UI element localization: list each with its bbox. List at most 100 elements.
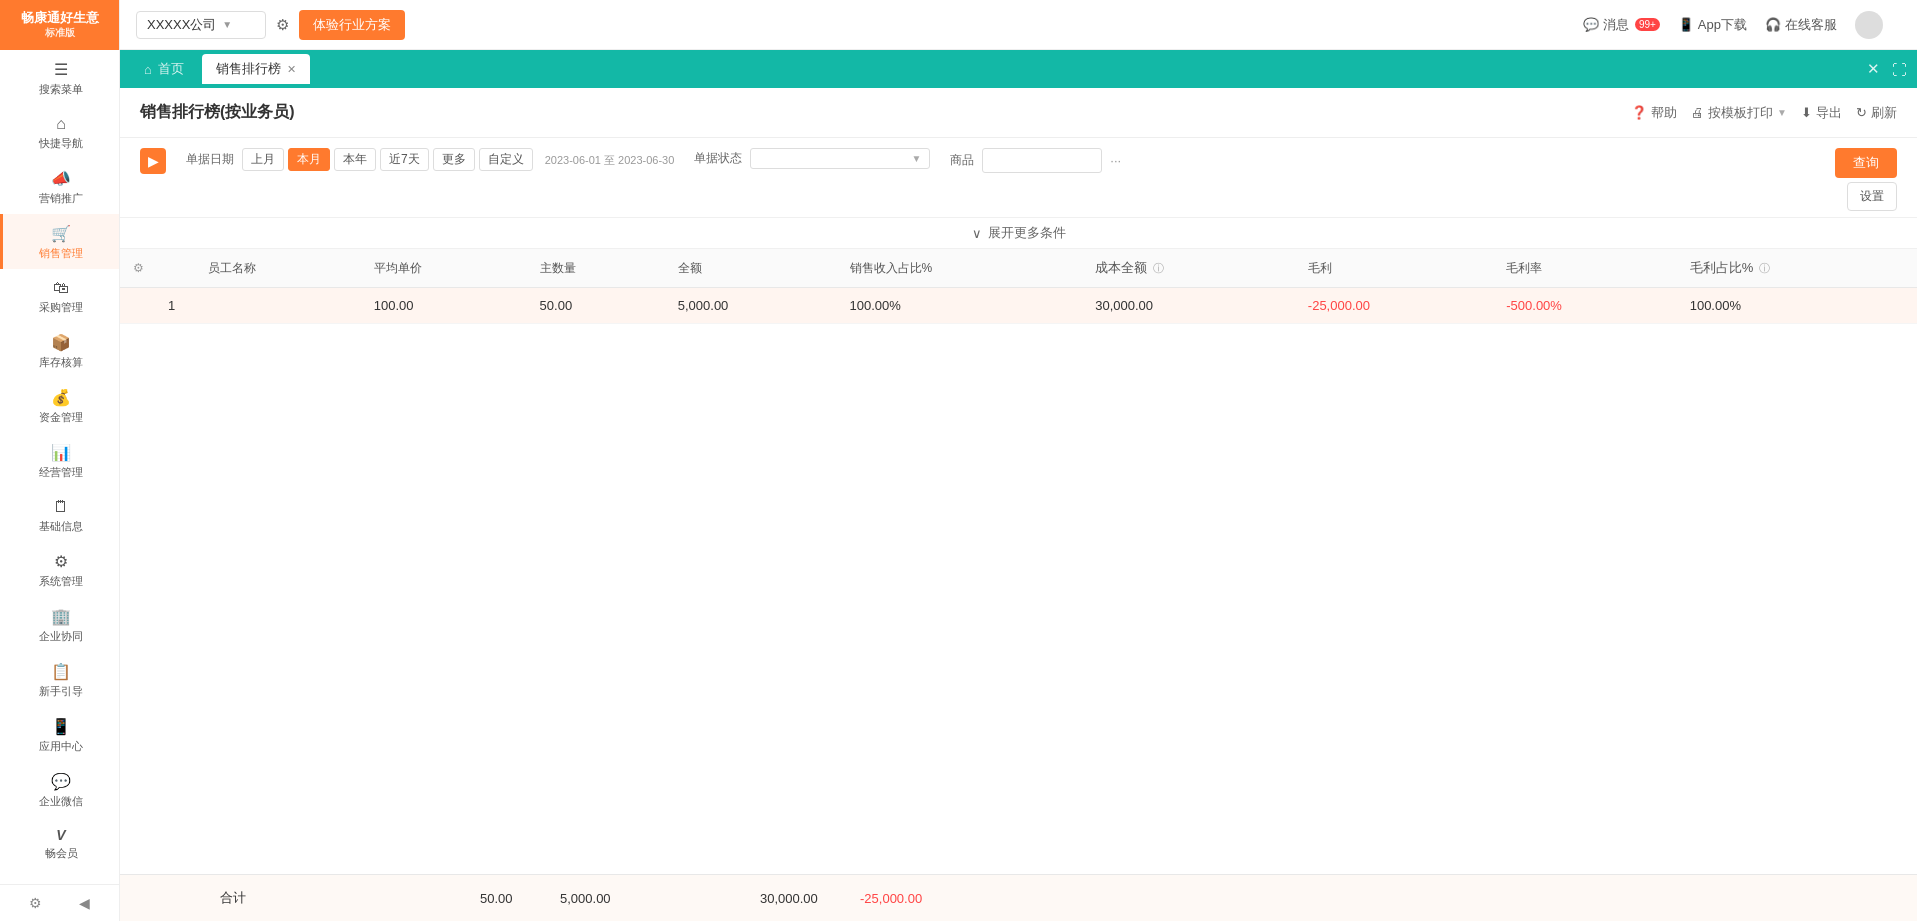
row-rank: 1 — [156, 288, 196, 324]
row-sales-pct: 100.00% — [838, 288, 1084, 324]
prev-month-btn[interactable]: 上月 — [242, 148, 284, 171]
col-total: 全额 — [666, 249, 838, 288]
last7-btn[interactable]: 近7天 — [380, 148, 429, 171]
chevron-down-icon: ∨ — [972, 226, 982, 241]
table-row: 1 100.00 50.00 5,000.00 100.00% 30,000.0… — [120, 288, 1917, 324]
refresh-button[interactable]: ↻ 刷新 — [1856, 104, 1897, 122]
col-gross-pct: 毛利占比% ⓘ — [1678, 249, 1917, 288]
goods-filter-group: 商品 ··· — [950, 148, 1121, 173]
sidebar-item-basic-info[interactable]: 🗒 基础信息 — [0, 488, 119, 542]
date-buttons: 上月 本月 本年 近7天 更多 自定义 — [242, 148, 533, 171]
col-settings[interactable]: ⚙ — [120, 249, 156, 288]
row-gross-rate: -500.00% — [1494, 288, 1677, 324]
maximize-icon[interactable]: ⛶ — [1892, 61, 1907, 78]
marketing-icon: 📣 — [51, 169, 71, 188]
expand-more-row[interactable]: ∨ 展开更多条件 — [120, 218, 1917, 249]
sidebar-item-label: 销售管理 — [39, 246, 83, 261]
close-window-icon[interactable]: ✕ — [1867, 60, 1880, 78]
custom-btn[interactable]: 自定义 — [479, 148, 533, 171]
top-header: XXXXX公司 ▼ ⚙ 体验行业方案 💬 消息 99+ 📱 App下载 🎧 在线… — [120, 0, 1917, 50]
filter-toggle-arrow[interactable]: ▶ — [140, 148, 166, 174]
col-gross-rate: 毛利率 — [1494, 249, 1677, 288]
sidebar-item-label: 新手引导 — [39, 684, 83, 699]
sidebar-item-label: 企业微信 — [39, 794, 83, 809]
date-filter-group: 单据日期 上月 本月 本年 近7天 更多 自定义 2023-06-01 至 20… — [186, 148, 674, 171]
avatar[interactable] — [1855, 11, 1883, 39]
message-item[interactable]: 💬 消息 99+ — [1583, 16, 1660, 34]
tab-sales-ranking[interactable]: 销售排行榜 ✕ — [202, 54, 310, 84]
sidebar-item-label: 企业协同 — [39, 629, 83, 644]
export-button[interactable]: ⬇ 导出 — [1801, 104, 1842, 122]
sidebar-item-guide[interactable]: 📋 新手引导 — [0, 652, 119, 707]
sidebar-item-marketing[interactable]: 📣 营销推广 — [0, 159, 119, 214]
help-button[interactable]: ❓ 帮助 — [1631, 104, 1677, 122]
this-year-btn[interactable]: 本年 — [334, 148, 376, 171]
header-right: 💬 消息 99+ 📱 App下载 🎧 在线客服 — [1583, 11, 1901, 39]
col-sales-pct: 销售收入占比% — [838, 249, 1084, 288]
status-select-chevron: ▼ — [911, 153, 921, 164]
message-icon: 💬 — [1583, 17, 1599, 32]
filter-section: ▶ 单据日期 上月 本月 本年 近7天 更多 自定义 2023-06-01 至 … — [120, 138, 1917, 218]
sidebar-item-app-center[interactable]: 📱 应用中心 — [0, 707, 119, 762]
status-select[interactable]: ▼ — [750, 148, 930, 169]
sidebar-item-purchase[interactable]: 🛍 采购管理 — [0, 269, 119, 323]
more-btn[interactable]: 更多 — [433, 148, 475, 171]
sidebar-item-system[interactable]: ⚙ 系统管理 — [0, 542, 119, 597]
this-month-btn[interactable]: 本月 — [288, 148, 330, 171]
help-icon: ❓ — [1631, 105, 1647, 120]
sidebar-item-sales[interactable]: 🛒 销售管理 — [0, 214, 119, 269]
sidebar-bottom: ⚙ ◀ — [0, 884, 119, 921]
logo-sub: 标准版 — [45, 26, 75, 40]
row-main-qty: 50.00 — [528, 288, 666, 324]
print-button[interactable]: 🖨 按模板打印 ▼ — [1691, 104, 1787, 122]
date-range: 2023-06-01 至 2023-06-30 — [545, 153, 675, 168]
refresh-icon: ↻ — [1856, 105, 1867, 120]
goods-input[interactable] — [982, 148, 1102, 173]
sidebar-item-label: 库存核算 — [39, 355, 83, 370]
col-rank — [156, 249, 196, 288]
sidebar-item-label: 应用中心 — [39, 739, 83, 754]
collab-icon: 🏢 — [51, 607, 71, 626]
online-service-item[interactable]: 🎧 在线客服 — [1765, 16, 1837, 34]
chevron-down-icon: ▼ — [222, 19, 232, 30]
sidebar-logo: 畅康通好生意 标准版 — [0, 0, 119, 50]
row-gross: -25,000.00 — [1296, 288, 1494, 324]
cost-info-icon[interactable]: ⓘ — [1153, 262, 1164, 274]
col-avg-price: 平均单价 — [362, 249, 528, 288]
tab-close-icon[interactable]: ✕ — [287, 63, 296, 76]
sidebar-item-collab[interactable]: 🏢 企业协同 — [0, 597, 119, 652]
tab-home[interactable]: ⌂ 首页 — [130, 54, 198, 84]
print-label: 按模板打印 — [1708, 104, 1773, 122]
finance-icon: 💰 — [51, 388, 71, 407]
sidebar-item-quick-nav[interactable]: ⌂ 快捷导航 — [0, 105, 119, 159]
sidebar-item-inventory[interactable]: 📦 库存核算 — [0, 323, 119, 378]
row-employee — [196, 288, 362, 324]
table-footer: 合计 50.00 5,000.00 30,000.00 -25,000.00 — [120, 874, 1917, 921]
status-filter-label: 单据状态 — [694, 150, 742, 167]
goods-more-icon[interactable]: ··· — [1110, 153, 1121, 168]
tab-sales-ranking-label: 销售排行榜 — [216, 60, 281, 78]
print-icon: 🖨 — [1691, 105, 1704, 120]
sidebar-item-label: 搜索菜单 — [39, 82, 83, 97]
content-area: 销售排行榜(按业务员) ❓ 帮助 🖨 按模板打印 ▼ ⬇ 导出 ↻ 刷新 — [120, 88, 1917, 921]
company-select[interactable]: XXXXX公司 ▼ — [136, 11, 266, 39]
sidebar-item-member[interactable]: V 畅会员 — [0, 817, 119, 869]
trial-button[interactable]: 体验行业方案 — [299, 10, 405, 40]
sidebar-item-wechat[interactable]: 💬 企业微信 — [0, 762, 119, 817]
sidebar-item-finance[interactable]: 💰 资金管理 — [0, 378, 119, 433]
sidebar-collapse-icon[interactable]: ◀ — [79, 895, 90, 911]
sidebar-item-operations[interactable]: 📊 经营管理 — [0, 433, 119, 488]
help-label: 帮助 — [1651, 104, 1677, 122]
sidebar-item-search-orders[interactable]: ☰ 搜索菜单 — [0, 50, 119, 105]
settings-button[interactable]: 设置 — [1847, 182, 1897, 211]
inventory-icon: 📦 — [51, 333, 71, 352]
row-avg-price: 100.00 — [362, 288, 528, 324]
header-settings-icon[interactable]: ⚙ — [276, 16, 289, 34]
col-cost-total: 成本全额 ⓘ — [1083, 249, 1296, 288]
table-header-row: ⚙ 员工名称 平均单价 主数量 全额 销售收入占比% 成本全额 ⓘ 毛利 毛利率 — [120, 249, 1917, 288]
app-download-item[interactable]: 📱 App下载 — [1678, 16, 1747, 34]
gross-pct-info-icon[interactable]: ⓘ — [1759, 262, 1770, 274]
sales-ranking-table: ⚙ 员工名称 平均单价 主数量 全额 销售收入占比% 成本全额 ⓘ 毛利 毛利率 — [120, 249, 1917, 324]
sidebar-settings-icon[interactable]: ⚙ — [29, 895, 42, 911]
query-button[interactable]: 查询 — [1835, 148, 1897, 178]
